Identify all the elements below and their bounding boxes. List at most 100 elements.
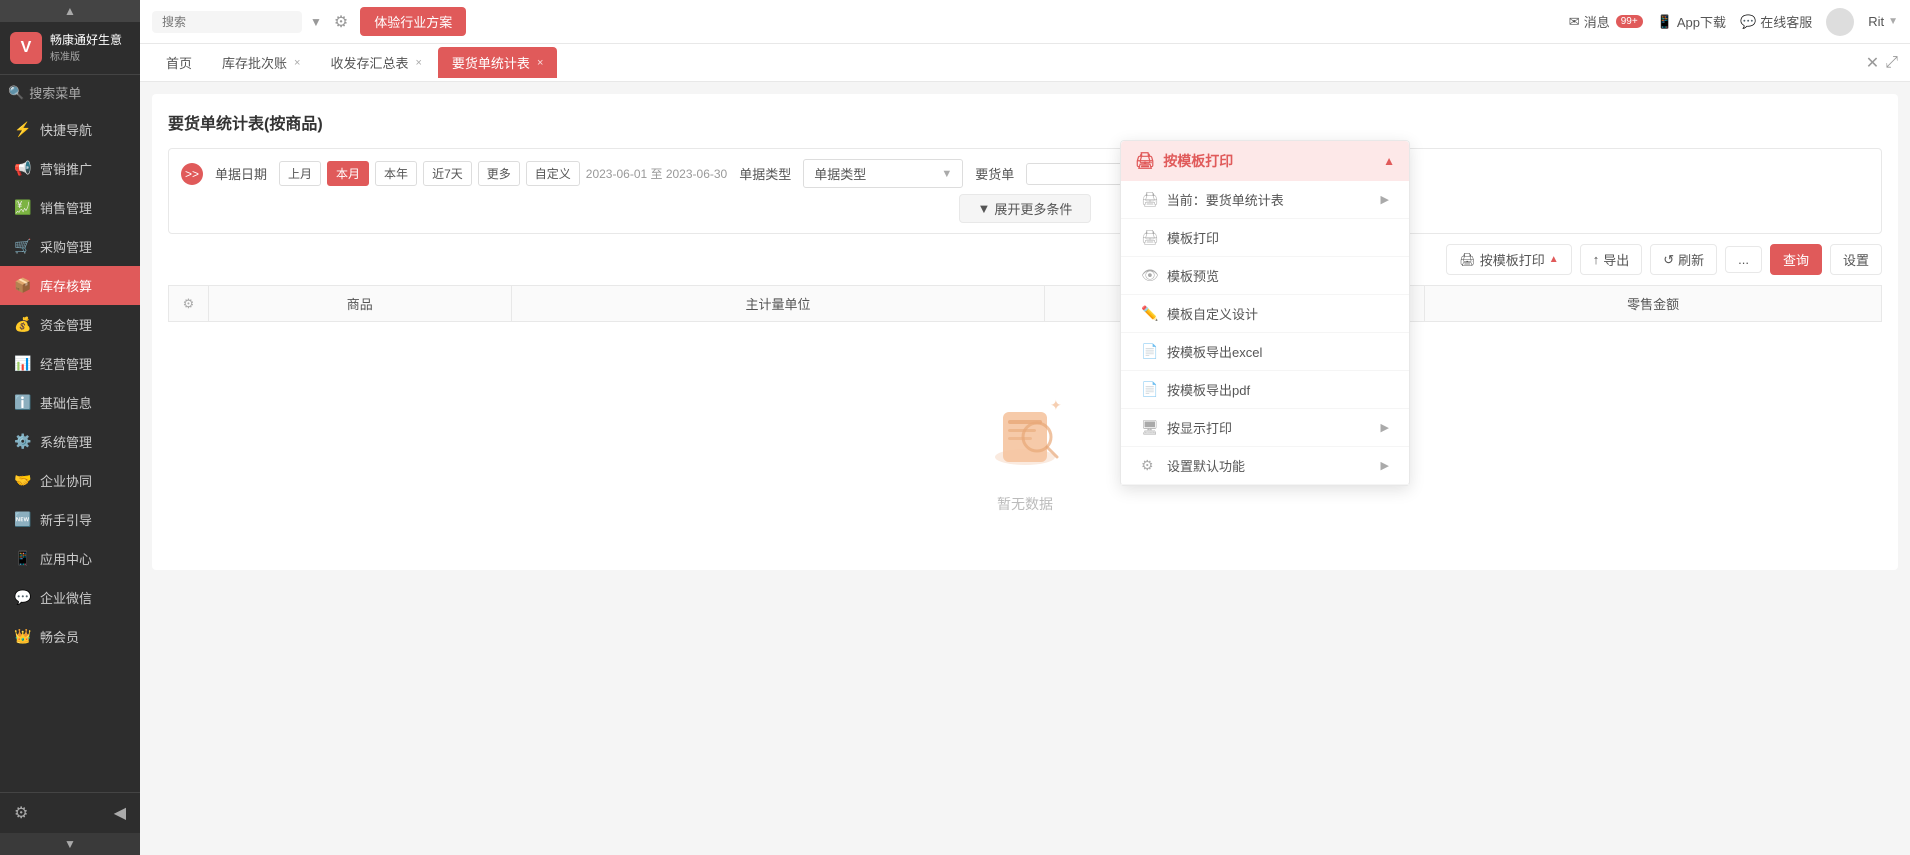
display-print-label: 按显示打印 xyxy=(1167,418,1232,437)
tab-close-all-btn[interactable]: ✕ xyxy=(1866,53,1879,73)
dropdown-display-print[interactable]: 🖥 按显示打印 ▶ xyxy=(1121,409,1409,447)
sidebar-item-apps[interactable]: 📱应用中心 xyxy=(0,539,140,578)
sidebar-item-inventory[interactable]: 📦库存核算 xyxy=(0,266,140,305)
app-name: 畅康通好生意 xyxy=(50,33,122,49)
export-btn[interactable]: ↑ 导出 xyxy=(1580,244,1643,275)
topbar-app-download[interactable]: 📱 App下载 xyxy=(1657,12,1726,31)
table-settings-icon[interactable]: ⚙ xyxy=(183,296,195,311)
dropdown-current-icon: 🖨 xyxy=(1141,191,1159,208)
sidebar-item-label-apps: 应用中心 xyxy=(40,549,92,568)
date-btn-本年[interactable]: 本年 xyxy=(375,161,417,186)
main-area: ▼ ⚙ 体验行业方案 ✉ 消息 99+ 📱 App下载 💬 在线客服 Rit ▼ xyxy=(140,0,1910,855)
dropdown-item-template-print[interactable]: 🖨模板打印 xyxy=(1121,219,1409,257)
avatar[interactable] xyxy=(1826,8,1854,36)
tab-receipt-summary[interactable]: 收发存汇总表× xyxy=(316,47,435,78)
print-label: 按模板打印 xyxy=(1480,250,1545,269)
date-btn-上月[interactable]: 上月 xyxy=(279,161,321,186)
dropdown-current[interactable]: 🖨 当前：要货单统计表 ▶ xyxy=(1121,181,1409,219)
sidebar-item-wechat[interactable]: 💬企业微信 xyxy=(0,578,140,617)
dropdown-header-arrow: ▲ xyxy=(1383,154,1395,168)
tab-expand-btn[interactable]: ⤢ xyxy=(1885,54,1898,72)
search-input[interactable] xyxy=(152,11,302,33)
col-retail: 零售金额 xyxy=(1425,286,1882,322)
date-btn-更多[interactable]: 更多 xyxy=(478,161,520,186)
tab-close-order-stats[interactable]: × xyxy=(537,57,543,69)
sidebar-item-marketing[interactable]: 📢营销推广 xyxy=(0,149,140,188)
tab-order-stats[interactable]: 要货单统计表× xyxy=(438,47,557,78)
empty-text: 暂无数据 xyxy=(997,494,1053,514)
topbar: ▼ ⚙ 体验行业方案 ✉ 消息 99+ 📱 App下载 💬 在线客服 Rit ▼ xyxy=(140,0,1910,44)
more-btn[interactable]: ... xyxy=(1725,246,1762,273)
dropdown-item-label-export-excel: 按模板导出excel xyxy=(1167,342,1262,361)
tabbar: 首页库存批次账×收发存汇总表×要货单统计表× ✕ ⤢ xyxy=(140,44,1910,82)
sidebar-item-purchase[interactable]: 🛒采购管理 xyxy=(0,227,140,266)
refresh-icon: ↺ xyxy=(1663,252,1674,268)
refresh-btn[interactable]: ↺ 刷新 xyxy=(1650,244,1717,275)
settings-label: 设置 xyxy=(1843,250,1869,269)
filter-category-label: 要货单 xyxy=(975,164,1014,183)
dropdown-item-template-design[interactable]: ✏️模板自定义设计 xyxy=(1121,295,1409,333)
filter-date-label: 单据日期 xyxy=(215,164,267,183)
sidebar-item-icon-guide: 🆕 xyxy=(14,511,32,528)
tab-batch-account[interactable]: 库存批次账 × xyxy=(208,47,314,78)
dropdown-item-icon-template-print: 🖨 xyxy=(1141,229,1157,246)
tab-home[interactable]: 首页 xyxy=(152,47,206,78)
dropdown-item-export-excel[interactable]: 📄按模板导出excel xyxy=(1121,333,1409,371)
sidebar-item-icon-quick-nav: ⚡ xyxy=(14,121,32,138)
date-btn-近7天[interactable]: 近7天 xyxy=(423,161,472,186)
settings-btn[interactable]: 设置 xyxy=(1830,244,1882,275)
sidebar-item-system[interactable]: ⚙️ 系统管理 xyxy=(0,422,140,461)
industry-btn[interactable]: 体验行业方案 xyxy=(360,7,466,36)
dropdown-header[interactable]: 🖨 按模板打印 ▲ xyxy=(1121,141,1409,181)
sidebar-logo: V 畅康通好生意 标准版 xyxy=(0,22,140,75)
expand-more-btn[interactable]: ▼ 展开更多条件 xyxy=(959,194,1092,223)
date-btn-自定义[interactable]: 自定义 xyxy=(526,161,580,186)
data-table: ⚙ 商品 主计量单位 主数量 零售金额 xyxy=(168,285,1882,322)
sidebar-search[interactable]: 🔍 搜索菜单 xyxy=(0,75,140,110)
dropdown-default-func[interactable]: ⚙ 设置默认功能 ▶ xyxy=(1121,447,1409,485)
export-icon: ↑ xyxy=(1593,252,1600,267)
collapse-icon[interactable]: ◀ xyxy=(114,803,126,823)
more-label: ... xyxy=(1738,252,1749,267)
topbar-message[interactable]: ✉ 消息 99+ xyxy=(1569,12,1643,31)
sidebar-item-operations[interactable]: 📊经营管理 xyxy=(0,344,140,383)
toolbar-row: 🖨 按模板打印 ▲ ↑ 导出 ↺ 刷新 ... 查询 xyxy=(168,244,1882,275)
sidebar-item-label-system: 系统管理 xyxy=(40,432,92,451)
settings-icon[interactable]: ⚙ xyxy=(14,803,28,823)
filter-type-select[interactable]: 单据类型 ▼ xyxy=(803,159,963,188)
sidebar-item-guide[interactable]: 🆕新手引导 xyxy=(0,500,140,539)
sidebar-bottom: ⚙ ◀ xyxy=(0,792,140,833)
dropdown-item-export-pdf[interactable]: 📄按模板导出pdf xyxy=(1121,371,1409,409)
date-range: 2023-06-01 至 2023-06-30 xyxy=(586,165,727,182)
sidebar-item-sales[interactable]: 💹销售管理 xyxy=(0,188,140,227)
print-btn[interactable]: 🖨 按模板打印 ▲ xyxy=(1446,244,1571,275)
filter-expand-btn[interactable]: >> xyxy=(181,163,203,185)
filter-type-value: 单据类型 xyxy=(814,164,866,183)
sidebar-item-coop[interactable]: 🤝企业协同 xyxy=(0,461,140,500)
tab-close-receipt-summary[interactable]: × xyxy=(415,57,421,69)
default-func-arrow: ▶ xyxy=(1381,459,1389,472)
sidebar-item-icon-operations: 📊 xyxy=(14,355,32,372)
sidebar-item-member[interactable]: 👑畅会员 xyxy=(0,617,140,656)
dropdown-item-label-export-pdf: 按模板导出pdf xyxy=(1167,380,1250,399)
query-btn[interactable]: 查询 xyxy=(1770,244,1822,275)
table-settings-th[interactable]: ⚙ xyxy=(169,286,209,322)
sidebar-item-icon-coop: 🤝 xyxy=(14,472,32,489)
sidebar-scroll-up[interactable]: ▲ xyxy=(0,0,140,22)
sidebar-item-finance[interactable]: 💰资金管理 xyxy=(0,305,140,344)
tab-close-batch-account[interactable]: × xyxy=(294,57,300,69)
dropdown-item-template-preview[interactable]: 👁模板预览 xyxy=(1121,257,1409,295)
sidebar-item-basic[interactable]: ℹ️基础信息 xyxy=(0,383,140,422)
topbar-online-service[interactable]: 💬 在线客服 xyxy=(1740,12,1812,31)
sidebar-item-quick-nav[interactable]: ⚡快捷导航 xyxy=(0,110,140,149)
dropdown-title: 按模板打印 xyxy=(1163,151,1233,171)
tab-label-batch-account: 库存批次账 xyxy=(222,53,287,72)
sidebar-item-icon-sales: 💹 xyxy=(14,199,32,216)
sidebar-item-icon-system: ⚙️ xyxy=(14,433,32,450)
topbar-gear-icon[interactable]: ⚙ xyxy=(334,12,348,32)
topbar-dropdown-btn[interactable]: ▼ xyxy=(310,15,322,29)
sidebar-scroll-down[interactable]: ▼ xyxy=(0,833,140,855)
user-name[interactable]: Rit ▼ xyxy=(1868,14,1898,29)
date-btn-本月[interactable]: 本月 xyxy=(327,161,369,186)
dropdown-item-label-template-preview: 模板预览 xyxy=(1167,266,1219,285)
